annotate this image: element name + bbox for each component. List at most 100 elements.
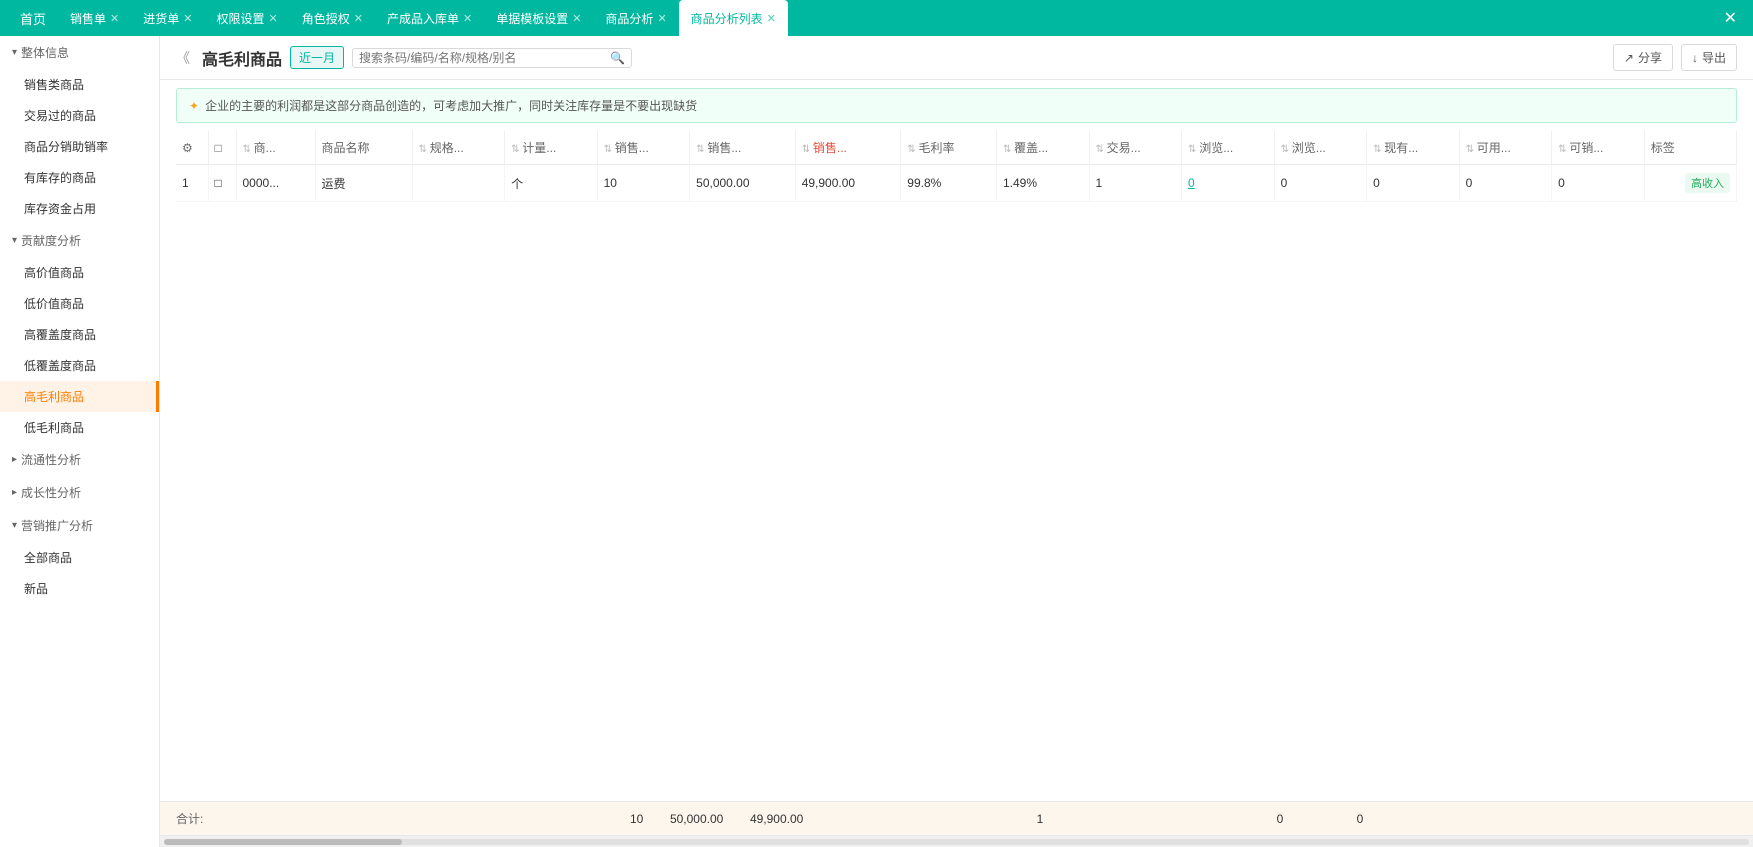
- sidebar: ▾ 整体信息 销售类商品 交易过的商品 商品分销助销率 有库存的商品 库存资金占…: [0, 36, 160, 847]
- close-permission-tab[interactable]: ✕: [269, 12, 278, 25]
- sidebar-item-new-goods[interactable]: 新品: [0, 573, 159, 604]
- nav-role[interactable]: 角色授权 ✕: [290, 0, 375, 36]
- col-sales-profit[interactable]: 销售...: [795, 131, 901, 165]
- scrollbar-track[interactable]: [164, 839, 1749, 845]
- nav-product-analysis[interactable]: 商品分析 ✕: [593, 0, 678, 36]
- sidebar-group-overview[interactable]: ▾ 整体信息: [0, 36, 159, 69]
- nav-home[interactable]: 首页: [8, 0, 58, 36]
- footer-sales-qty: 10: [569, 812, 649, 826]
- share-button[interactable]: ↗ 分享: [1613, 44, 1673, 71]
- col-current-stock[interactable]: 现有...: [1367, 131, 1460, 165]
- cell-trade-count: 1: [1089, 165, 1182, 202]
- cell-gross-rate: 99.8%: [901, 165, 997, 202]
- sidebar-item-low-margin[interactable]: 低毛利商品: [0, 412, 159, 443]
- close-template-tab[interactable]: ✕: [572, 12, 581, 25]
- sidebar-item-low-coverage[interactable]: 低覆盖度商品: [0, 350, 159, 381]
- window-close-button[interactable]: ✕: [1716, 8, 1745, 28]
- cell-browse2: 0: [1274, 165, 1367, 202]
- sidebar-group-contribution[interactable]: ▾ 贡献度分析: [0, 224, 159, 257]
- group-liquidity-label: 流通性分析: [21, 451, 81, 468]
- close-product-in-tab[interactable]: ✕: [463, 12, 472, 25]
- cell-browse1[interactable]: 0: [1182, 165, 1275, 202]
- sidebar-item-high-coverage[interactable]: 高覆盖度商品: [0, 319, 159, 350]
- collapse-sidebar-button[interactable]: 《: [176, 48, 190, 68]
- col-available-stock[interactable]: 可用...: [1459, 131, 1552, 165]
- content-header: 《 高毛利商品 近一月 🔍 ↗ 分享 ↓ 导出: [160, 36, 1753, 80]
- sidebar-group-marketing[interactable]: ▾ 营销推广分析: [0, 509, 159, 542]
- export-icon: ↓: [1692, 51, 1698, 65]
- cell-unit: 个: [505, 165, 598, 202]
- col-name: 商品名称: [315, 131, 412, 165]
- col-settings[interactable]: ⚙: [176, 131, 208, 165]
- footer-label: 合计:: [176, 810, 203, 827]
- col-saleable-stock[interactable]: 可销...: [1552, 131, 1645, 165]
- top-navigation: 首页 销售单 ✕ 进货单 ✕ 权限设置 ✕ 角色授权 ✕ 产成品入库单 ✕ 单据…: [0, 0, 1753, 36]
- col-sales-qty[interactable]: 销售...: [597, 131, 690, 165]
- page-title: 高毛利商品: [202, 46, 282, 70]
- nav-product-in[interactable]: 产成品入库单 ✕: [375, 0, 484, 36]
- main-layout: ▾ 整体信息 销售类商品 交易过的商品 商品分销助销率 有库存的商品 库存资金占…: [0, 36, 1753, 847]
- cell-spec: [412, 165, 505, 202]
- close-product-analysis-tab[interactable]: ✕: [657, 12, 666, 25]
- period-recent-month-button[interactable]: 近一月: [290, 46, 344, 69]
- search-input[interactable]: [359, 51, 610, 65]
- col-code[interactable]: 商...: [236, 131, 315, 165]
- scrollbar-thumb[interactable]: [164, 839, 402, 845]
- footer-sales-profit: 49,900.00: [729, 812, 809, 826]
- group-contribution-label: 贡献度分析: [21, 232, 81, 249]
- sidebar-item-stock-goods[interactable]: 有库存的商品: [0, 162, 159, 193]
- group-growth-arrow: ▸: [12, 487, 17, 498]
- footer-sales-amount: 50,000.00: [649, 812, 729, 826]
- cell-available-stock: 0: [1459, 165, 1552, 202]
- footer-trade-count: 1: [969, 812, 1049, 826]
- group-marketing-label: 营销推广分析: [21, 517, 93, 534]
- col-browse2[interactable]: 浏览...: [1274, 131, 1367, 165]
- col-cover-rate[interactable]: 覆盖...: [996, 131, 1089, 165]
- group-overview-label: 整体信息: [21, 44, 69, 61]
- sidebar-item-traded-goods[interactable]: 交易过的商品: [0, 100, 159, 131]
- sidebar-item-sales-rate[interactable]: 商品分销助销率: [0, 131, 159, 162]
- cell-checkbox[interactable]: □: [208, 165, 236, 202]
- sidebar-item-sales-goods[interactable]: 销售类商品: [0, 69, 159, 100]
- footer-total-bar: 合计: 10 50,000.00 49,900.00 1 0 0: [160, 801, 1753, 835]
- col-unit[interactable]: 计量...: [505, 131, 598, 165]
- close-purchase-tab[interactable]: ✕: [183, 12, 192, 25]
- nav-permission[interactable]: 权限设置 ✕: [204, 0, 289, 36]
- search-icon[interactable]: 🔍: [610, 51, 625, 65]
- nav-purchase[interactable]: 进货单 ✕: [131, 0, 204, 36]
- close-role-tab[interactable]: ✕: [354, 12, 363, 25]
- cell-sales-qty: 10: [597, 165, 690, 202]
- banner-text: 企业的主要的利润都是这部分商品创造的，可考虑加大推广，同时关注库存量是不要出现缺…: [205, 97, 697, 114]
- nav-product-analysis-list[interactable]: 商品分析列表 ✕: [679, 0, 788, 36]
- close-sales-tab[interactable]: ✕: [110, 12, 119, 25]
- info-icon: ✦: [189, 99, 199, 113]
- sidebar-item-stock-capital[interactable]: 库存资金占用: [0, 193, 159, 224]
- col-spec[interactable]: 规格...: [412, 131, 505, 165]
- sidebar-item-high-value[interactable]: 高价值商品: [0, 257, 159, 288]
- share-icon: ↗: [1624, 51, 1634, 65]
- col-checkbox: □: [208, 131, 236, 165]
- export-button[interactable]: ↓ 导出: [1681, 44, 1737, 71]
- nav-template[interactable]: 单据模板设置 ✕: [484, 0, 593, 36]
- search-box: 🔍: [352, 48, 632, 68]
- info-banner: ✦ 企业的主要的利润都是这部分商品创造的，可考虑加大推广，同时关注库存量是不要出…: [176, 88, 1737, 123]
- col-trade-count[interactable]: 交易...: [1089, 131, 1182, 165]
- nav-sales[interactable]: 销售单 ✕: [58, 0, 131, 36]
- sidebar-item-high-margin[interactable]: 高毛利商品: [0, 381, 159, 412]
- cell-index: 1: [176, 165, 208, 202]
- footer-available-stock: 0: [1289, 812, 1369, 826]
- data-table-container: ⚙ □ 商... 商品名称 规格... 计量... 销售... 销售... 销售…: [160, 131, 1753, 801]
- footer-current-stock: 0: [1209, 812, 1289, 826]
- sidebar-group-liquidity[interactable]: ▸ 流通性分析: [0, 443, 159, 476]
- group-marketing-arrow: ▾: [12, 520, 17, 531]
- group-overview-arrow: ▾: [12, 47, 17, 58]
- col-gross-rate[interactable]: 毛利率: [901, 131, 997, 165]
- sidebar-item-low-value[interactable]: 低价值商品: [0, 288, 159, 319]
- col-browse1[interactable]: 浏览...: [1182, 131, 1275, 165]
- col-sales-amount[interactable]: 销售...: [690, 131, 796, 165]
- sidebar-item-all-goods[interactable]: 全部商品: [0, 542, 159, 573]
- close-product-analysis-list-tab[interactable]: ✕: [767, 12, 776, 25]
- cell-tag: 高收入: [1644, 165, 1736, 202]
- horizontal-scrollbar[interactable]: [160, 835, 1753, 847]
- sidebar-group-growth[interactable]: ▸ 成长性分析: [0, 476, 159, 509]
